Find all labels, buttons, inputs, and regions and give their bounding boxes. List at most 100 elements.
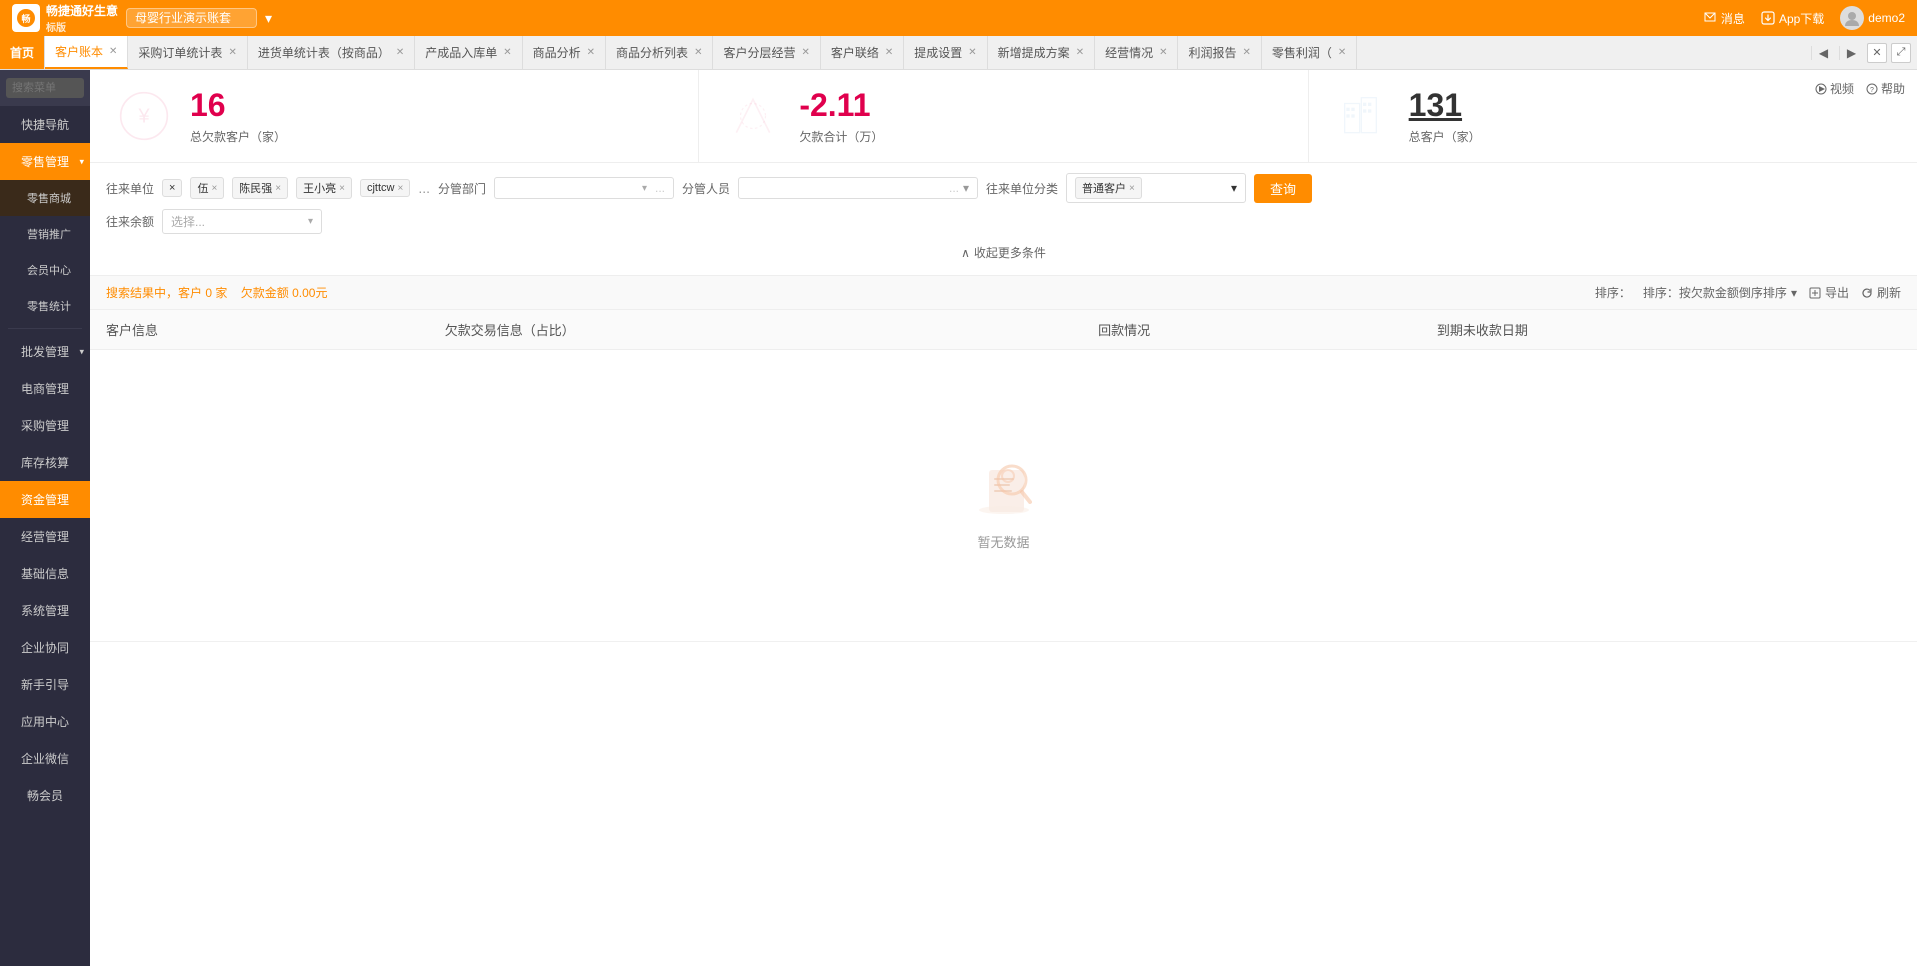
- tab-close-retail-profit[interactable]: ✕: [1338, 47, 1346, 58]
- filter-tag-cjttcw-label: cjttcw: [367, 182, 395, 194]
- tab-close-customer-cost[interactable]: ✕: [109, 46, 117, 57]
- tab-close-purchase-order[interactable]: ✕: [228, 47, 236, 58]
- sidebar-item-purchase[interactable]: 采购管理: [0, 407, 90, 444]
- tab-customer-segment[interactable]: 客户分层经营 ✕: [713, 36, 820, 69]
- filter-person-dropdown[interactable]: ... ▾: [738, 177, 978, 199]
- export-btn[interactable]: 导出: [1809, 284, 1849, 301]
- tab-close-all-btn[interactable]: ✕: [1867, 43, 1887, 63]
- filter-tag-wu-close[interactable]: ×: [211, 183, 217, 194]
- tab-customer-contact[interactable]: 客户联络 ✕: [821, 36, 904, 69]
- tab-home[interactable]: 首页: [0, 36, 45, 69]
- tab-close-improve-settings[interactable]: ✕: [968, 47, 976, 58]
- collapse-arrow-icon: ∧: [961, 246, 970, 260]
- logo-text: 畅捷通好生意 标版: [46, 2, 118, 34]
- tab-close-operations[interactable]: ✕: [1159, 47, 1167, 58]
- filter-tag-chen-close[interactable]: ×: [275, 183, 281, 194]
- sidebar-item-finance-label: 资金管理: [21, 493, 69, 507]
- filter-tag-unit-x-label: ×: [169, 182, 175, 194]
- filter-category-dropdown[interactable]: 普通客户 × ▾: [1066, 173, 1246, 203]
- tab-close-customer-contact[interactable]: ✕: [885, 47, 893, 58]
- tab-operations-label: 经营情况: [1105, 44, 1153, 61]
- collapse-btn[interactable]: ∧ 收起更多条件: [106, 240, 1901, 265]
- sidebar-item-ecommerce[interactable]: 电商管理: [0, 370, 90, 407]
- main-layout: 快捷导航 零售管理 ▾ 零售商城 营销推广 会员中心 零售统计 批发管理 ▾ 电…: [0, 70, 1917, 966]
- sidebar-item-marketing[interactable]: 营销推广: [0, 216, 90, 252]
- user-area[interactable]: demo2: [1840, 6, 1905, 30]
- tab-operations[interactable]: 经营情况 ✕: [1095, 36, 1178, 69]
- sidebar-item-wholesale[interactable]: 批发管理 ▾: [0, 333, 90, 370]
- results-amount-label: 欠款金额: [241, 286, 289, 300]
- video-btn[interactable]: 视频: [1815, 80, 1854, 97]
- sidebar-item-retail-stats[interactable]: 零售统计: [0, 288, 90, 324]
- tab-product-analysis-list[interactable]: 商品分析列表 ✕: [606, 36, 713, 69]
- col-overdue-date: 到期未收款日期: [1421, 310, 1917, 350]
- chevron-down-icon: ▾: [79, 156, 84, 167]
- sidebar-item-ecommerce-label: 电商管理: [21, 382, 69, 396]
- filter-balance-chevron: ▾: [308, 216, 313, 227]
- account-selector[interactable]: 母婴行业演示账套: [126, 8, 257, 28]
- tab-close-product-analysis[interactable]: ✕: [587, 47, 595, 58]
- svg-text:¥: ¥: [137, 106, 150, 128]
- filter-category-tag-close[interactable]: ×: [1129, 183, 1135, 194]
- tab-close-incoming-stats[interactable]: ✕: [396, 47, 404, 58]
- sidebar-item-retail[interactable]: 零售管理 ▾: [0, 143, 90, 180]
- sort-label: 排序：: [1595, 284, 1631, 301]
- empty-text: 暂无数据: [977, 532, 1029, 551]
- tab-product-analysis[interactable]: 商品分析 ✕: [523, 36, 606, 69]
- sidebar-item-system[interactable]: 系统管理: [0, 592, 90, 629]
- dropdown-arrow[interactable]: ▾: [265, 10, 272, 27]
- message-btn[interactable]: 消息: [1703, 10, 1745, 27]
- sidebar-item-finance[interactable]: 资金管理: [0, 481, 90, 518]
- sidebar-item-enterprise[interactable]: 企业协同: [0, 629, 90, 666]
- tab-incoming-stats[interactable]: 进货单统计表（按商品） ✕: [248, 36, 415, 69]
- empty-cell: 暂无数据: [90, 350, 1917, 642]
- sidebar-item-operations-mgmt[interactable]: 经营管理: [0, 518, 90, 555]
- filter-more-btn[interactable]: ...: [418, 180, 430, 196]
- tab-close-product-analysis-list[interactable]: ✕: [694, 47, 702, 58]
- filter-balance-dropdown[interactable]: 选择... ▾: [162, 209, 322, 234]
- app-download-btn[interactable]: App下载: [1761, 10, 1824, 27]
- data-table: 客户信息 欠款交易信息（占比） 回款情况 到期未收款日期: [90, 310, 1917, 642]
- tab-close-profit-report[interactable]: ✕: [1243, 47, 1251, 58]
- tab-profit-report-label: 利润报告: [1188, 44, 1236, 61]
- tab-improve-settings[interactable]: 提成设置 ✕: [904, 36, 987, 69]
- sidebar-item-quick-nav[interactable]: 快捷导航: [0, 106, 90, 143]
- help-btn[interactable]: ? 帮助: [1866, 80, 1905, 97]
- tab-customer-cost[interactable]: 客户账本 ✕: [45, 36, 128, 69]
- tab-retail-profit[interactable]: 零售利润（ ✕: [1262, 36, 1357, 69]
- filter-dept-dropdown[interactable]: ▾ ...: [494, 177, 674, 199]
- sidebar-item-member2[interactable]: 畅会员: [0, 777, 90, 814]
- filter-tag-wang-close[interactable]: ×: [339, 183, 345, 194]
- sidebar-item-newbie[interactable]: 新手引导: [0, 666, 90, 703]
- tab-add-improve[interactable]: 新增提成方案 ✕: [988, 36, 1095, 69]
- sidebar-item-wechat[interactable]: 企业微信: [0, 740, 90, 777]
- sidebar-item-retail-mall[interactable]: 零售商城: [0, 180, 90, 216]
- stat-info-2: -2.11 欠款合计（万）: [799, 87, 883, 145]
- filter-tag-cjttcw-close[interactable]: ×: [397, 183, 403, 194]
- sidebar-item-member[interactable]: 会员中心: [0, 252, 90, 288]
- tab-close-add-improve[interactable]: ✕: [1076, 47, 1084, 58]
- filter-person-clear[interactable]: ...: [949, 181, 959, 195]
- tab-next-btn[interactable]: ▶: [1839, 46, 1863, 60]
- sidebar-item-app-center[interactable]: 应用中心: [0, 703, 90, 740]
- tab-close-customer-segment[interactable]: ✕: [801, 47, 809, 58]
- top-bar-right: 消息 App下载 demo2: [1703, 6, 1905, 30]
- filter-dept-clear[interactable]: ...: [655, 181, 665, 195]
- tab-close-product-inbound[interactable]: ✕: [503, 47, 511, 58]
- stat-info-3: 131 总客户（家）: [1409, 87, 1481, 145]
- sidebar-item-wechat-label: 企业微信: [21, 752, 69, 766]
- tab-fullscreen-btn[interactable]: ⤢: [1891, 43, 1911, 63]
- sidebar-item-inventory[interactable]: 库存核算: [0, 444, 90, 481]
- refresh-btn[interactable]: 刷新: [1861, 284, 1901, 301]
- query-button[interactable]: 查询: [1254, 174, 1312, 203]
- filter-tag-cjttcw: cjttcw ×: [360, 179, 410, 197]
- tab-purchase-order[interactable]: 采购订单统计表 ✕: [128, 36, 247, 69]
- filter-dept-label: 分管部门: [438, 180, 486, 197]
- tab-prev-btn[interactable]: ◀: [1811, 46, 1835, 60]
- tab-customer-cost-label: 客户账本: [55, 43, 103, 60]
- tab-product-inbound[interactable]: 产成品入库单 ✕: [415, 36, 522, 69]
- sort-select[interactable]: 排序：按欠款金额倒序排序 ▾: [1643, 284, 1797, 301]
- tab-profit-report[interactable]: 利润报告 ✕: [1178, 36, 1261, 69]
- sidebar-search-input[interactable]: [6, 78, 84, 98]
- sidebar-item-basic-info[interactable]: 基础信息: [0, 555, 90, 592]
